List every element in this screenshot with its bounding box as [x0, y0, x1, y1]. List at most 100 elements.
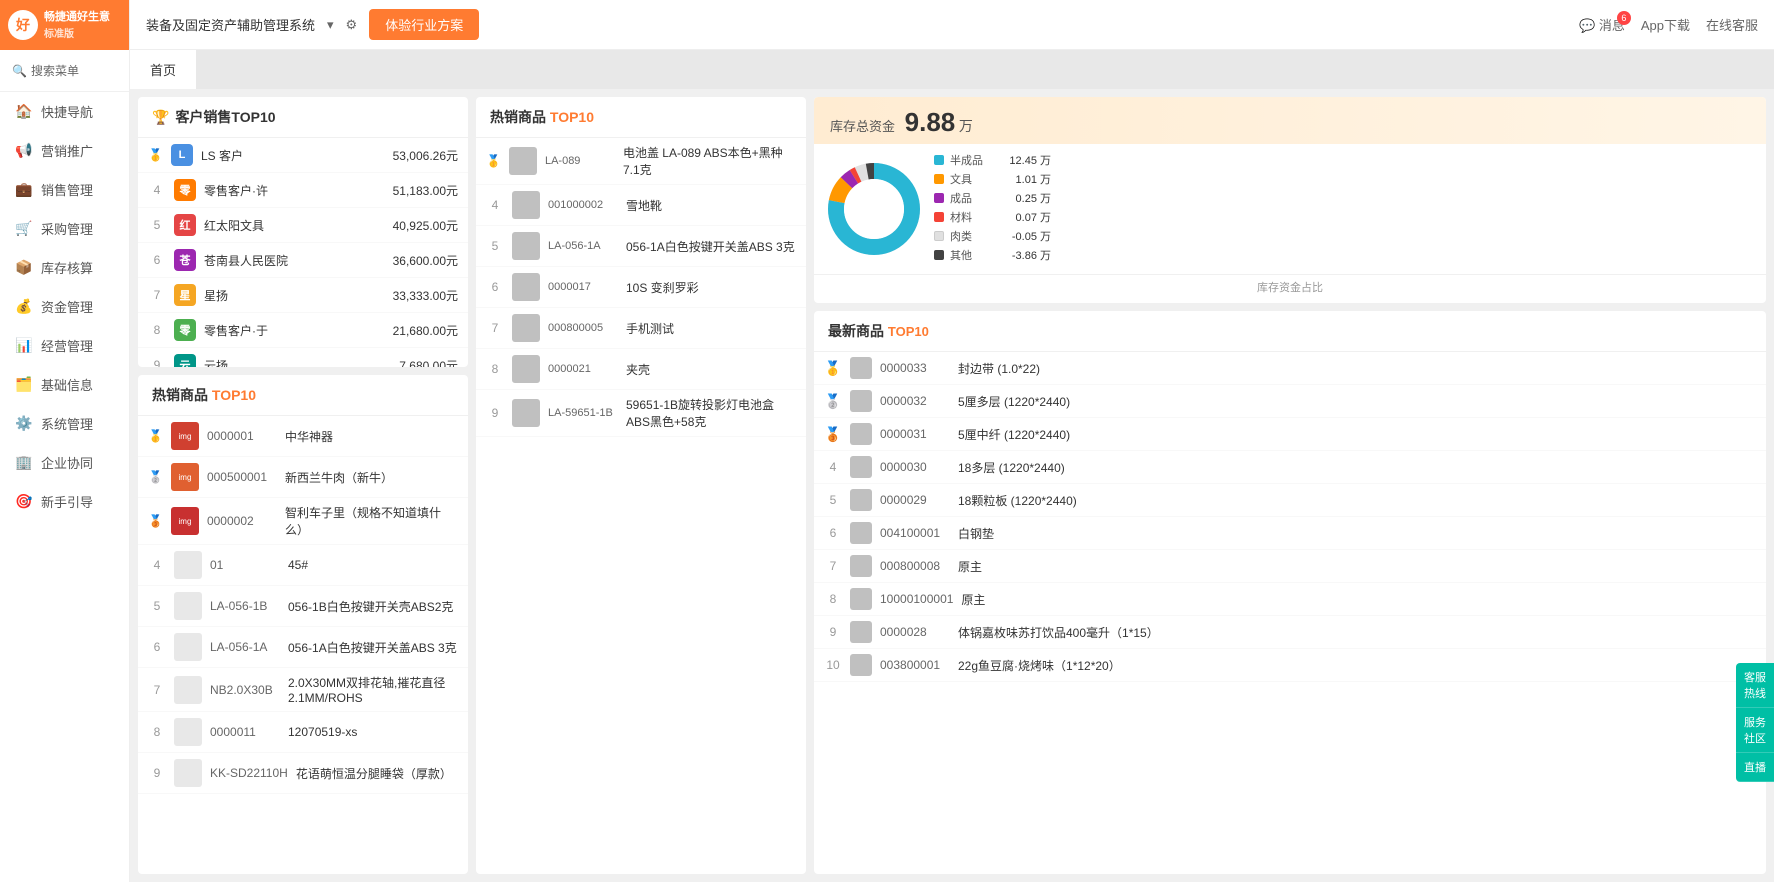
legend-item: 成品 0.25 万 — [934, 190, 1051, 206]
tabbar: 首页 — [130, 50, 1774, 89]
customer-top10-list: 🥇 L LS 客户 53,006.26元 4 零 零售客户·许 51,183.0… — [138, 138, 468, 367]
sidebar-item-purchase[interactable]: 🛒 采购管理 — [0, 209, 129, 248]
app-download-link[interactable]: App下载 — [1641, 15, 1690, 34]
list-item: 7 000800005 手机测试 — [476, 308, 806, 349]
rank-num: 4 — [486, 198, 504, 212]
live-stream-btn[interactable]: 直播 — [1736, 753, 1774, 782]
sidebar-item-finance[interactable]: 💰 资金管理 — [0, 287, 129, 326]
legend-name: 文具 — [950, 171, 990, 187]
rank-num: 6 — [824, 526, 842, 540]
customer-amount: 7,680.00元 — [399, 357, 458, 368]
tab-home[interactable]: 首页 — [130, 50, 196, 89]
legend-value: -3.86 万 — [996, 247, 1051, 263]
product-thumb — [512, 191, 540, 219]
quick-nav-icon: 🏠 — [15, 103, 33, 120]
top10-label: TOP10 — [888, 324, 929, 339]
sidebar-item-system[interactable]: ⚙️ 系统管理 — [0, 404, 129, 443]
sidebar-item-operation[interactable]: 📊 经营管理 — [0, 326, 129, 365]
product-thumb — [512, 355, 540, 383]
customer-amount: 53,006.26元 — [393, 147, 458, 164]
product-name: 电池盖 LA-089 ABS本色+黑种 7.1克 — [623, 144, 796, 178]
newest-products-list: 🥇 0000033 封边带 (1.0*22) 🥈 0000032 5厘多层 (1… — [814, 352, 1766, 682]
sidebar-item-enterprise[interactable]: 🏢 企业协同 — [0, 443, 129, 482]
product-code: LA-59651-1B — [548, 407, 618, 419]
customer-top10-title: 客户销售TOP10 — [175, 107, 275, 127]
sidebar-item-base[interactable]: 🗂️ 基础信息 — [0, 365, 129, 404]
rank-medal: 🥈 — [824, 392, 842, 410]
list-item: 7 星 星扬 33,333.00元 — [138, 278, 468, 313]
product-code: 0000029 — [880, 493, 950, 507]
product-code: 0000033 — [880, 361, 950, 375]
sidebar-item-marketing[interactable]: 📢 营销推广 — [0, 131, 129, 170]
medal-icon: 🥇 — [486, 154, 501, 168]
product-name: 10S 变刹罗彩 — [626, 279, 796, 296]
list-item: 6 苍 苍南县人民医院 36,600.00元 — [138, 243, 468, 278]
sidebar-item-inventory[interactable]: 📦 库存核算 — [0, 248, 129, 287]
newest-products-title: 最新商品 TOP10 — [828, 321, 929, 341]
legend-value: 1.01 万 — [996, 171, 1051, 187]
topbar-title: 装备及固定资产辅助管理系统 — [146, 15, 315, 34]
online-service-link[interactable]: 在线客服 — [1706, 15, 1758, 34]
sidebar-item-guide[interactable]: 🎯 新手引导 — [0, 482, 129, 521]
product-name: 中华神器 — [285, 428, 458, 445]
product-code: 004100001 — [880, 526, 950, 540]
search-menu-button[interactable]: 🔍 搜索菜单 — [8, 58, 121, 83]
legend-dot — [934, 231, 944, 241]
customer-tag: 零 — [174, 179, 196, 201]
rank-medal: 🥇 — [824, 359, 842, 377]
sidebar-item-quick-nav[interactable]: 🏠 快捷导航 — [0, 92, 129, 131]
rank-num: 7 — [486, 321, 504, 335]
settings-icon[interactable]: ⚙ — [346, 17, 358, 33]
product-thumb — [174, 676, 202, 704]
list-item: 9 LA-59651-1B 59651-1B旋转投影灯电池盒ABS黑色+58克 — [476, 390, 806, 437]
product-code: 000800008 — [880, 559, 950, 573]
product-thumb: img — [171, 422, 199, 450]
sidebar-nav: 🏠 快捷导航 📢 营销推广 💼 销售管理 🛒 采购管理 📦 库存核算 💰 资金管… — [0, 92, 129, 882]
float-service-panel: 客服 热线 服务 社区 直播 — [1736, 663, 1774, 782]
list-item: 🥉 img 0000002 智利车子里（规格不知道填什么） — [138, 498, 468, 545]
legend-value: 0.07 万 — [996, 209, 1051, 225]
customer-tag: 云 — [174, 354, 196, 367]
product-name: 新西兰牛肉（新牛） — [285, 469, 458, 486]
try-btn[interactable]: 体验行业方案 — [369, 9, 479, 40]
inventory-card: 库存总资金 9.88 万 — [814, 97, 1766, 303]
product-icon — [850, 522, 872, 544]
legend-name: 成品 — [950, 190, 990, 206]
service-community-btn[interactable]: 服务 社区 — [1736, 708, 1774, 753]
float-label: 服务 — [1744, 714, 1766, 730]
medal-icon: 🥇 — [148, 429, 163, 443]
customer-name: 星扬 — [204, 287, 385, 304]
list-item: 5 红 红太阳文具 40,925.00元 — [138, 208, 468, 243]
content-area: 🏆 客户销售TOP10 🥇 L LS 客户 53,006.26元 4 零 零售客… — [130, 89, 1774, 882]
hot-products-title: 热销商品 TOP10 — [152, 385, 256, 405]
title-dropdown[interactable]: ▾ — [327, 17, 334, 33]
notification-badge[interactable]: 💬 6 消息 — [1579, 15, 1625, 34]
product-code: 0000017 — [548, 281, 618, 293]
product-code: LA-056-1A — [548, 240, 618, 252]
inventory-label: 库存核算 — [41, 258, 93, 277]
rank-num: 9 — [486, 406, 504, 420]
rank-num: 9 — [148, 766, 166, 780]
sidebar-item-sales[interactable]: 💼 销售管理 — [0, 170, 129, 209]
customer-amount: 21,680.00元 — [393, 322, 458, 339]
product-name: 体锅嘉枚味苏打饮品400毫升（1*15） — [958, 624, 1756, 641]
float-label: 社区 — [1744, 730, 1766, 746]
customer-tag: 零 — [174, 319, 196, 341]
list-item: 5 0000029 18颗粒板 (1220*2440) — [814, 484, 1766, 517]
legend-item: 文具 1.01 万 — [934, 171, 1051, 187]
marketing-icon: 📢 — [15, 142, 33, 159]
product-icon — [850, 654, 872, 676]
list-item: 🥈 0000032 5厘多层 (1220*2440) — [814, 385, 1766, 418]
rank-num: 9 — [824, 625, 842, 639]
product-name: 18颗粒板 (1220*2440) — [958, 492, 1756, 509]
rank-num: 7 — [148, 288, 166, 302]
product-icon — [850, 357, 872, 379]
purchase-icon: 🛒 — [15, 220, 33, 237]
product-icon — [850, 456, 872, 478]
product-code: 000500001 — [207, 470, 277, 484]
system-label: 系统管理 — [41, 414, 93, 433]
rank-num: 5 — [486, 239, 504, 253]
list-item: 9 0000028 体锅嘉枚味苏打饮品400毫升（1*15） — [814, 616, 1766, 649]
customer-service-btn[interactable]: 客服 热线 — [1736, 663, 1774, 708]
list-item: 4 001000002 雪地靴 — [476, 185, 806, 226]
